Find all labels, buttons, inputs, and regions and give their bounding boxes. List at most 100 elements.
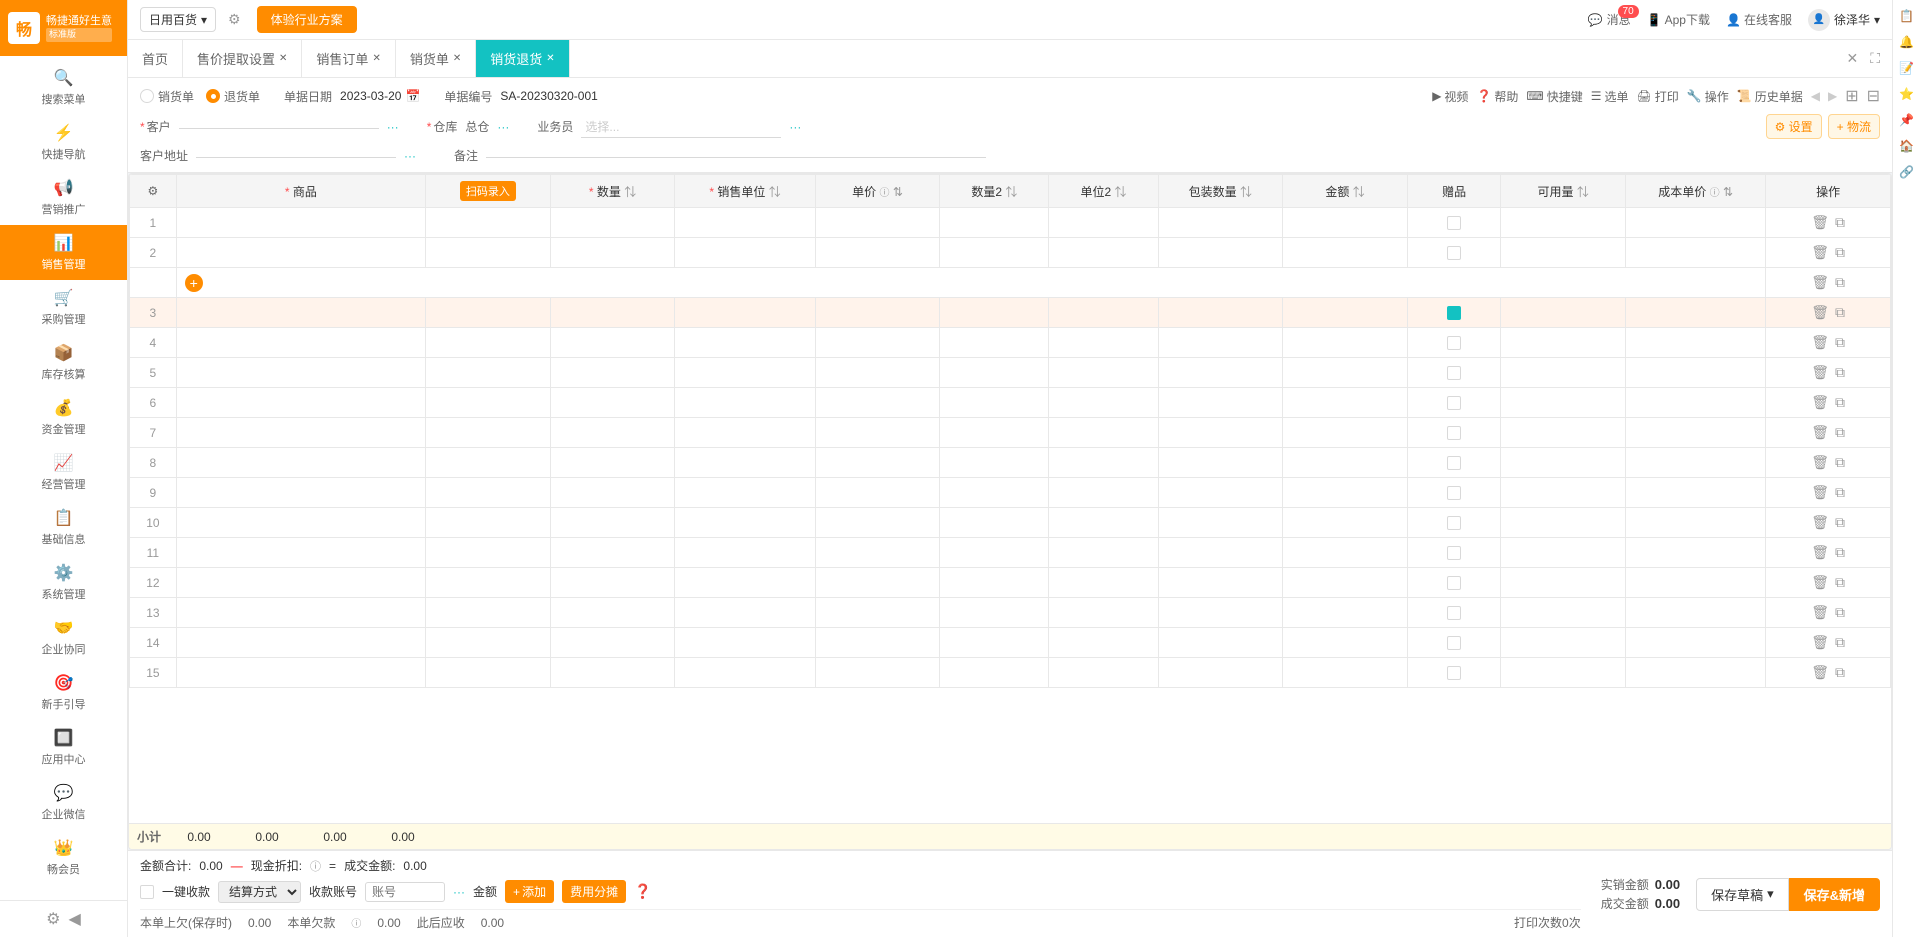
copy-addrow-icon[interactable]: ⧉ <box>1835 274 1845 291</box>
salesunit-cell-2[interactable] <box>675 238 815 268</box>
amount-cell-8[interactable] <box>1283 448 1408 478</box>
gift-cell-7[interactable] <box>1407 418 1501 448</box>
unit2-cell-2[interactable] <box>1049 238 1158 268</box>
copy-icon-5[interactable]: ⧉ <box>1835 364 1845 381</box>
product-cell-9[interactable] <box>176 478 425 508</box>
right-panel-item-4[interactable]: 📌 <box>1895 108 1919 132</box>
settings-btn[interactable]: ⚙ 设置 <box>1766 114 1822 139</box>
help-btn[interactable]: ❓ 帮助 <box>1476 88 1518 105</box>
price-cell-14[interactable] <box>815 628 940 658</box>
tab-sales-delivery[interactable]: 销货单✕ <box>396 40 476 77</box>
price-cell-7[interactable] <box>815 418 940 448</box>
qty2-cell-6[interactable] <box>940 388 1049 418</box>
operate-btn[interactable]: 🔧 操作 <box>1687 88 1729 105</box>
copy-icon-9[interactable]: ⧉ <box>1835 484 1845 501</box>
customer-more[interactable]: ··· <box>387 120 399 134</box>
col-price-sort[interactable]: ⇅ <box>893 185 903 199</box>
price-cell-12[interactable] <box>815 568 940 598</box>
save-new-btn[interactable]: 保存&新增 <box>1789 878 1880 911</box>
product-cell-11[interactable] <box>176 538 425 568</box>
warehouse-more[interactable]: ··· <box>497 120 509 134</box>
gift-cell-6[interactable] <box>1407 388 1501 418</box>
sidebar-item-marketing[interactable]: 📢 营销推广 <box>0 170 127 225</box>
amount-cell-2[interactable] <box>1283 238 1408 268</box>
gift-checkbox-8[interactable] <box>1447 456 1461 470</box>
account-input[interactable] <box>365 882 445 902</box>
quantity-cell-14[interactable] <box>550 628 675 658</box>
delete-icon-13[interactable]: 🗑 <box>1811 604 1829 621</box>
copy-icon-12[interactable]: ⧉ <box>1835 574 1845 591</box>
salesunit-cell-12[interactable] <box>675 568 815 598</box>
packqty-cell-13[interactable] <box>1158 598 1283 628</box>
qty2-cell-4[interactable] <box>940 328 1049 358</box>
price-cell-2[interactable] <box>815 238 940 268</box>
address-more[interactable]: ··· <box>404 149 416 163</box>
settings-icon[interactable]: ⚙ <box>46 909 60 929</box>
sidebar-item-shortcut[interactable]: ⚡ 快捷导航 <box>0 115 127 170</box>
gift-cell-4[interactable] <box>1407 328 1501 358</box>
product-cell-3[interactable] <box>176 298 425 328</box>
right-panel-item-6[interactable]: 🔗 <box>1895 160 1919 184</box>
delete-icon-8[interactable]: 🗑 <box>1811 454 1829 471</box>
col-salesunit-sort[interactable]: ⇅ <box>769 185 781 199</box>
delete-icon-3[interactable]: 🗑 <box>1811 304 1829 321</box>
gift-checkbox-3[interactable] <box>1447 306 1461 320</box>
qty2-cell-3[interactable] <box>940 298 1049 328</box>
price-cell-11[interactable] <box>815 538 940 568</box>
salesunit-cell-11[interactable] <box>675 538 815 568</box>
salesunit-cell-5[interactable] <box>675 358 815 388</box>
tab-close-sales-order[interactable]: ✕ <box>372 53 380 64</box>
right-panel-item-2[interactable]: 📝 <box>1895 56 1919 80</box>
amount-cell-4[interactable] <box>1283 328 1408 358</box>
qty2-cell-1[interactable] <box>940 208 1049 238</box>
delete-icon-10[interactable]: 🗑 <box>1811 514 1829 531</box>
salesunit-cell-7[interactable] <box>675 418 815 448</box>
grid-view-icon[interactable]: ⊞ <box>1845 86 1858 106</box>
copy-icon-8[interactable]: ⧉ <box>1835 454 1845 471</box>
sidebar-item-sales[interactable]: 📊 销售管理 <box>0 225 127 280</box>
gift-checkbox-15[interactable] <box>1447 666 1461 680</box>
add-logistics-btn[interactable]: + 物流 <box>1828 114 1880 139</box>
unit2-cell-15[interactable] <box>1049 658 1158 688</box>
expand-tab-icon[interactable]: ⛶ <box>1866 48 1884 69</box>
gift-checkbox-1[interactable] <box>1447 216 1461 230</box>
tab-sales-order[interactable]: 销售订单✕ <box>302 40 395 77</box>
packqty-cell-7[interactable] <box>1158 418 1283 448</box>
quantity-cell-12[interactable] <box>550 568 675 598</box>
sidebar-item-enterprise[interactable]: 🤝 企业协同 <box>0 610 127 665</box>
qty2-cell-9[interactable] <box>940 478 1049 508</box>
packqty-cell-4[interactable] <box>1158 328 1283 358</box>
gift-cell-2[interactable] <box>1407 238 1501 268</box>
quantity-cell-13[interactable] <box>550 598 675 628</box>
gift-checkbox-2[interactable] <box>1447 246 1461 260</box>
price-cell-8[interactable] <box>815 448 940 478</box>
packqty-cell-8[interactable] <box>1158 448 1283 478</box>
amount-cell-15[interactable] <box>1283 658 1408 688</box>
gift-cell-15[interactable] <box>1407 658 1501 688</box>
amount-cell-13[interactable] <box>1283 598 1408 628</box>
amount-cell-9[interactable] <box>1283 478 1408 508</box>
radio-sale[interactable]: 销货单 <box>140 88 194 105</box>
product-cell-2[interactable] <box>176 238 425 268</box>
gift-checkbox-11[interactable] <box>1447 546 1461 560</box>
salesunit-cell-1[interactable] <box>675 208 815 238</box>
gift-checkbox-7[interactable] <box>1447 426 1461 440</box>
gift-checkbox-12[interactable] <box>1447 576 1461 590</box>
unit2-cell-5[interactable] <box>1049 358 1158 388</box>
packqty-cell-12[interactable] <box>1158 568 1283 598</box>
copy-icon-11[interactable]: ⧉ <box>1835 544 1845 561</box>
packqty-cell-14[interactable] <box>1158 628 1283 658</box>
select-btn[interactable]: ☰ 选单 <box>1591 88 1629 105</box>
add-row-btn[interactable]: + <box>185 274 203 292</box>
amount-cell-11[interactable] <box>1283 538 1408 568</box>
gift-checkbox-4[interactable] <box>1447 336 1461 350</box>
account-more[interactable]: ··· <box>453 885 465 899</box>
unit2-cell-4[interactable] <box>1049 328 1158 358</box>
user-menu[interactable]: 👤 徐泽华 ▾ <box>1808 9 1880 31</box>
quantity-cell-3[interactable] <box>550 298 675 328</box>
col-amount-sort[interactable]: ⇅ <box>1353 185 1365 199</box>
message-btn[interactable]: 💬 消息 70 <box>1588 11 1631 28</box>
packqty-cell-6[interactable] <box>1158 388 1283 418</box>
right-panel-item-5[interactable]: 🏠 <box>1895 134 1919 158</box>
qty2-cell-2[interactable] <box>940 238 1049 268</box>
